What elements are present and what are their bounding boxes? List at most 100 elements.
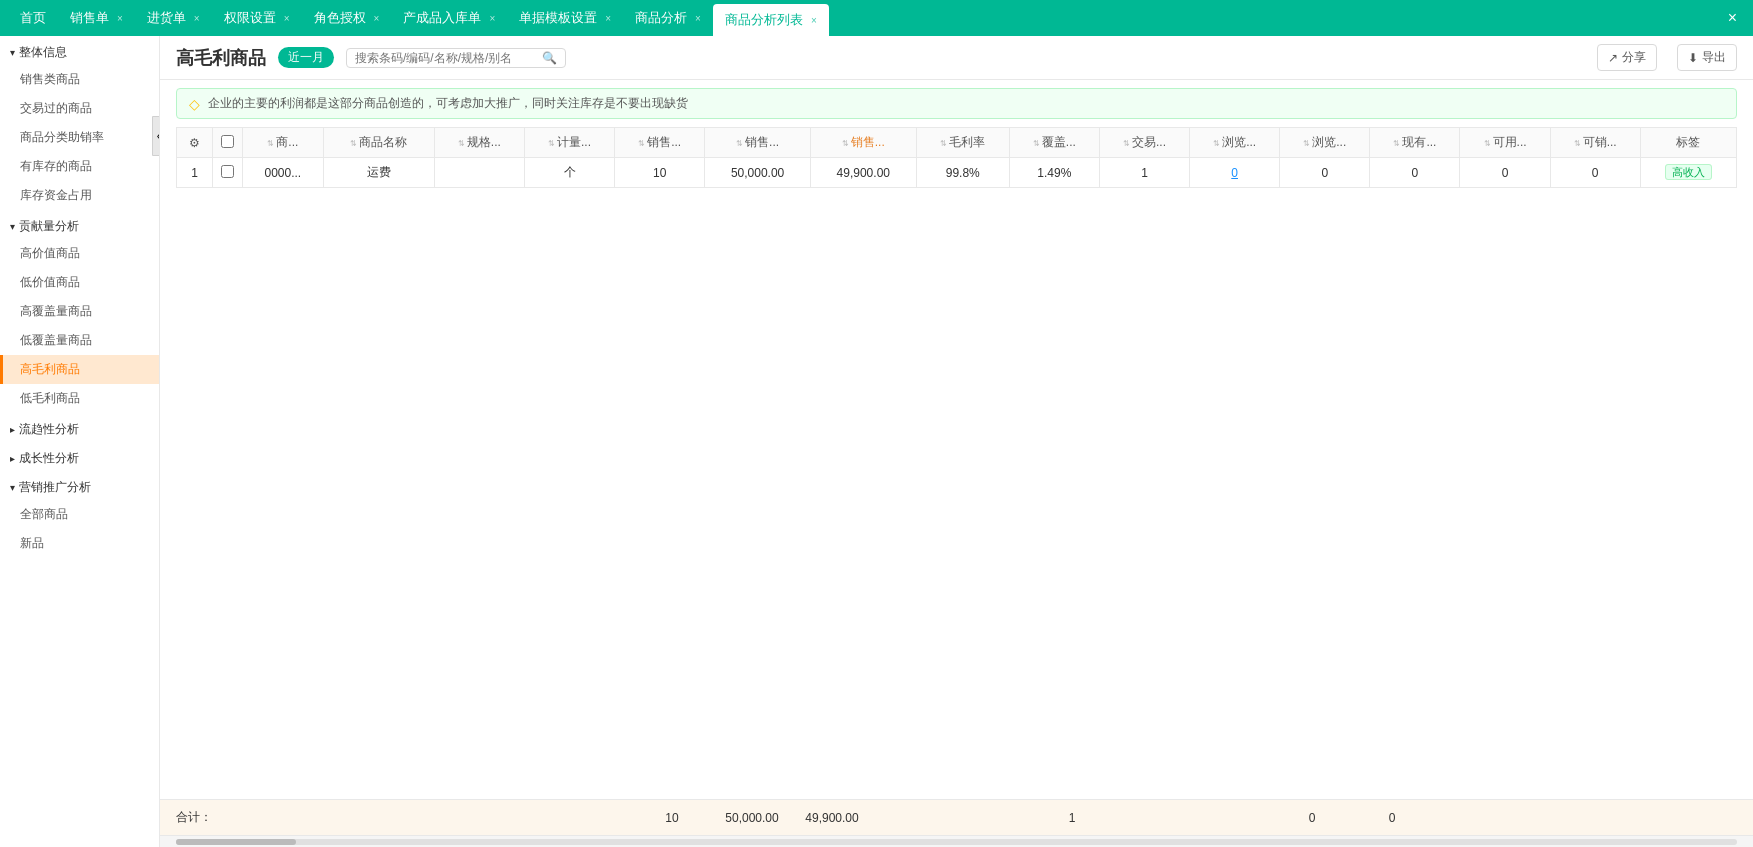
sidebar-item-low-value[interactable]: 低价值商品 [0, 268, 159, 297]
col-sales-cost[interactable]: ⇅销售... [810, 128, 916, 158]
export-button[interactable]: ⬇ 导出 [1677, 44, 1737, 71]
col-checkbox[interactable] [213, 128, 243, 158]
footer-empty-browse2 [1192, 811, 1272, 825]
footer-empty-browse1 [1112, 811, 1192, 825]
col-available[interactable]: ⇅可用... [1460, 128, 1550, 158]
footer-cell-empty4 [472, 811, 552, 825]
sidebar-item-all-goods[interactable]: 全部商品 [0, 500, 159, 529]
cell-coverage: 1.49% [1009, 158, 1099, 188]
cell-code: 0000... [243, 158, 324, 188]
content-area: 高毛利商品 近一月 🔍 ↗ 分享 ⬇ 导出 ◇ 企业的主要的利润都是这部分商品创… [160, 36, 1753, 847]
sidebar-collapse-button[interactable]: « [152, 116, 160, 156]
nav-sales-close[interactable]: × [117, 13, 123, 24]
main-layout: « ▾ 整体信息 销售类商品 交易过的商品 商品分类助销率 有库存的商品 库存资… [0, 36, 1753, 847]
nav-permissions[interactable]: 权限设置 × [212, 0, 302, 36]
sidebar-item-traded-goods[interactable]: 交易过的商品 [0, 94, 159, 123]
nav-template[interactable]: 单据模板设置 × [507, 0, 623, 36]
footer-cell-empty5 [552, 811, 632, 825]
nav-analysis-close[interactable]: × [695, 13, 701, 24]
search-input[interactable] [355, 51, 536, 65]
footer-values: 10 50,000.00 49,900.00 1 0 0 [232, 811, 1737, 825]
footer-totals: 合计： 10 50,000.00 49,900.00 1 0 0 [160, 799, 1753, 835]
sidebar-group-overall[interactable]: ▾ 整体信息 [0, 36, 159, 65]
col-browse1[interactable]: ⇅浏览... [1190, 128, 1280, 158]
scrollbar-track [176, 839, 1737, 845]
sidebar-item-low-coverage[interactable]: 低覆盖量商品 [0, 326, 159, 355]
col-spec[interactable]: ⇅规格... [434, 128, 524, 158]
filter-recent-month-button[interactable]: 近一月 [278, 47, 334, 68]
share-icon: ↗ [1608, 51, 1618, 65]
footer-cell-empty2 [312, 811, 392, 825]
arrow-down-icon2: ▾ [10, 221, 15, 232]
sidebar-item-category-rate[interactable]: 商品分类助销率 [0, 123, 159, 152]
cell-checkbox[interactable] [213, 158, 243, 188]
footer-sales-cost: 49,900.00 [792, 811, 872, 825]
sidebar-item-in-stock[interactable]: 有库存的商品 [0, 152, 159, 181]
sidebar-group-contribution[interactable]: ▾ 贡献量分析 [0, 210, 159, 239]
nav-inbound-close[interactable]: × [489, 13, 495, 24]
arrow-right-icon2: ▸ [10, 453, 15, 464]
footer-empty-saleable [1432, 811, 1512, 825]
sidebar-group-growth[interactable]: ▸ 成长性分析 [0, 442, 159, 471]
col-coverage[interactable]: ⇅覆盖... [1009, 128, 1099, 158]
sidebar-item-low-margin[interactable]: 低毛利商品 [0, 384, 159, 413]
search-icon[interactable]: 🔍 [542, 51, 557, 65]
cell-browse2: 0 [1280, 158, 1370, 188]
footer-transaction: 1 [1032, 811, 1112, 825]
sidebar-item-sales-goods[interactable]: 销售类商品 [0, 65, 159, 94]
nav-purchase[interactable]: 进货单 × [135, 0, 212, 36]
table-container: ⚙ ⇅商... ⇅商品名称 ⇅规格... ⇅计量... ⇅销售... ⇅销售..… [176, 127, 1737, 799]
sidebar-item-high-coverage[interactable]: 高覆盖量商品 [0, 297, 159, 326]
horizontal-scrollbar[interactable] [160, 835, 1753, 847]
col-settings[interactable]: ⚙ [177, 128, 213, 158]
nav-permissions-close[interactable]: × [284, 13, 290, 24]
top-nav: 首页 销售单 × 进货单 × 权限设置 × 角色授权 × 产成品入库单 × 单据… [0, 0, 1753, 36]
nav-inbound[interactable]: 产成品入库单 × [391, 0, 507, 36]
page-title: 高毛利商品 [176, 46, 266, 70]
sidebar-group-trend[interactable]: ▸ 流趋性分析 [0, 413, 159, 442]
sidebar-group-marketing[interactable]: ▾ 营销推广分析 [0, 471, 159, 500]
col-name[interactable]: ⇅商品名称 [323, 128, 434, 158]
scrollbar-thumb[interactable] [176, 839, 296, 845]
sidebar-item-high-value[interactable]: 高价值商品 [0, 239, 159, 268]
sidebar-item-stock-funds[interactable]: 库存资金占用 [0, 181, 159, 210]
share-button[interactable]: ↗ 分享 [1597, 44, 1657, 71]
sidebar-item-new-goods[interactable]: 新品 [0, 529, 159, 558]
col-gross-rate[interactable]: ⇅毛利率 [916, 128, 1009, 158]
cell-tag: 高收入 [1640, 158, 1736, 188]
nav-roles-close[interactable]: × [374, 13, 380, 24]
sidebar: « ▾ 整体信息 销售类商品 交易过的商品 商品分类助销率 有库存的商品 库存资… [0, 36, 160, 847]
col-saleable[interactable]: ⇅可销... [1550, 128, 1640, 158]
col-unit[interactable]: ⇅计量... [524, 128, 614, 158]
nav-home[interactable]: 首页 [8, 0, 58, 36]
col-browse2[interactable]: ⇅浏览... [1280, 128, 1370, 158]
nav-purchase-close[interactable]: × [194, 13, 200, 24]
col-current-stock[interactable]: ⇅现有... [1370, 128, 1460, 158]
footer-label: 合计： [176, 809, 212, 826]
tag-badge: 高收入 [1665, 164, 1712, 180]
cell-browse1[interactable]: 0 [1190, 158, 1280, 188]
nav-roles[interactable]: 角色授权 × [302, 0, 392, 36]
col-sales-amount[interactable]: ⇅销售... [705, 128, 811, 158]
nav-analysis-list[interactable]: 商品分析列表 × [713, 4, 829, 36]
nav-template-close[interactable]: × [605, 13, 611, 24]
select-all-checkbox[interactable] [221, 135, 234, 148]
nav-analysis-list-close[interactable]: × [811, 15, 817, 26]
col-sales-qty[interactable]: ⇅销售... [615, 128, 705, 158]
cell-name: 运费 [323, 158, 434, 188]
footer-sales-qty: 10 [632, 811, 712, 825]
col-tag[interactable]: 标签 [1640, 128, 1736, 158]
row-checkbox[interactable] [221, 165, 234, 178]
cell-available: 0 [1460, 158, 1550, 188]
sidebar-item-high-margin[interactable]: 高毛利商品 [0, 355, 159, 384]
nav-analysis[interactable]: 商品分析 × [623, 0, 713, 36]
nav-sales[interactable]: 销售单 × [58, 0, 135, 36]
window-close-button[interactable]: × [1720, 9, 1745, 27]
footer-current-stock: 0 [1272, 811, 1352, 825]
footer-empty-gross [872, 811, 952, 825]
cell-unit: 个 [524, 158, 614, 188]
cell-current-stock: 0 [1370, 158, 1460, 188]
col-code[interactable]: ⇅商... [243, 128, 324, 158]
arrow-down-icon: ▾ [10, 47, 15, 58]
col-transaction[interactable]: ⇅交易... [1099, 128, 1189, 158]
